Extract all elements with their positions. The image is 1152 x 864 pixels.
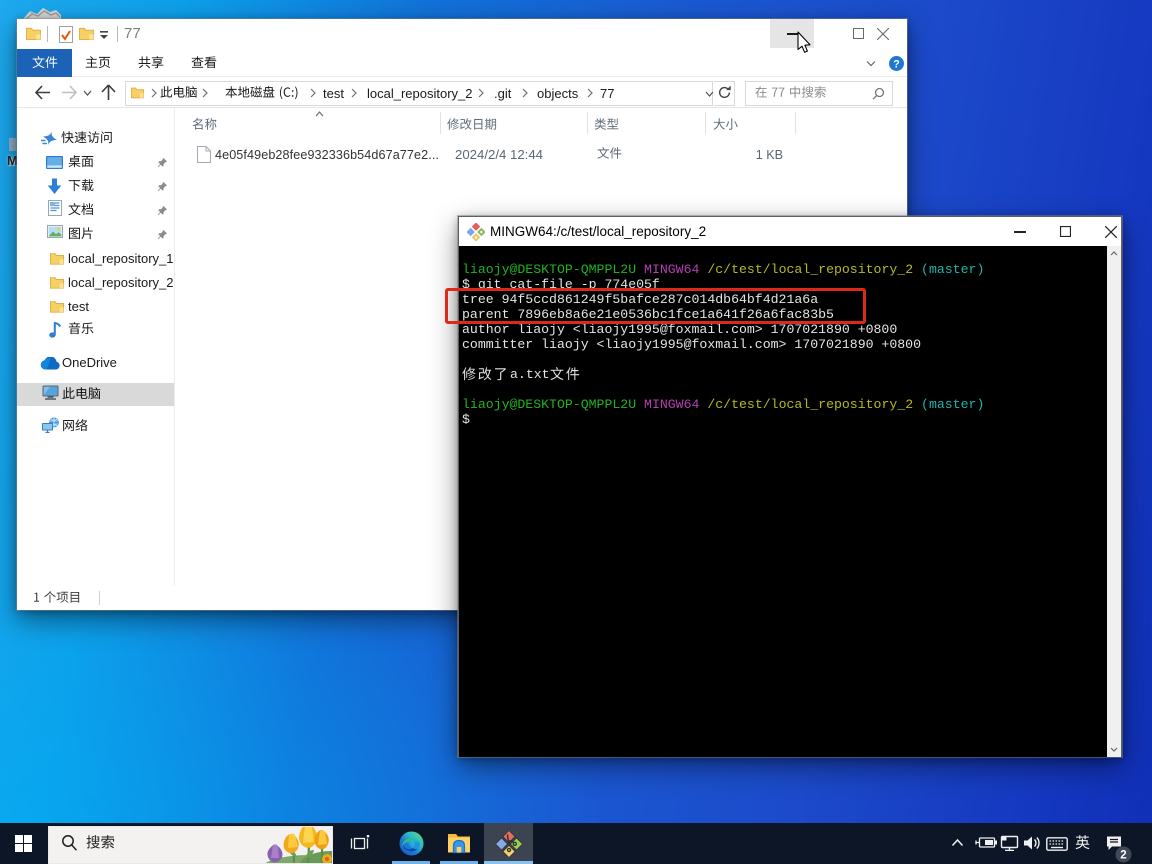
svg-text:2: 2 [1120,850,1126,862]
svg-text:?: ? [893,58,900,70]
